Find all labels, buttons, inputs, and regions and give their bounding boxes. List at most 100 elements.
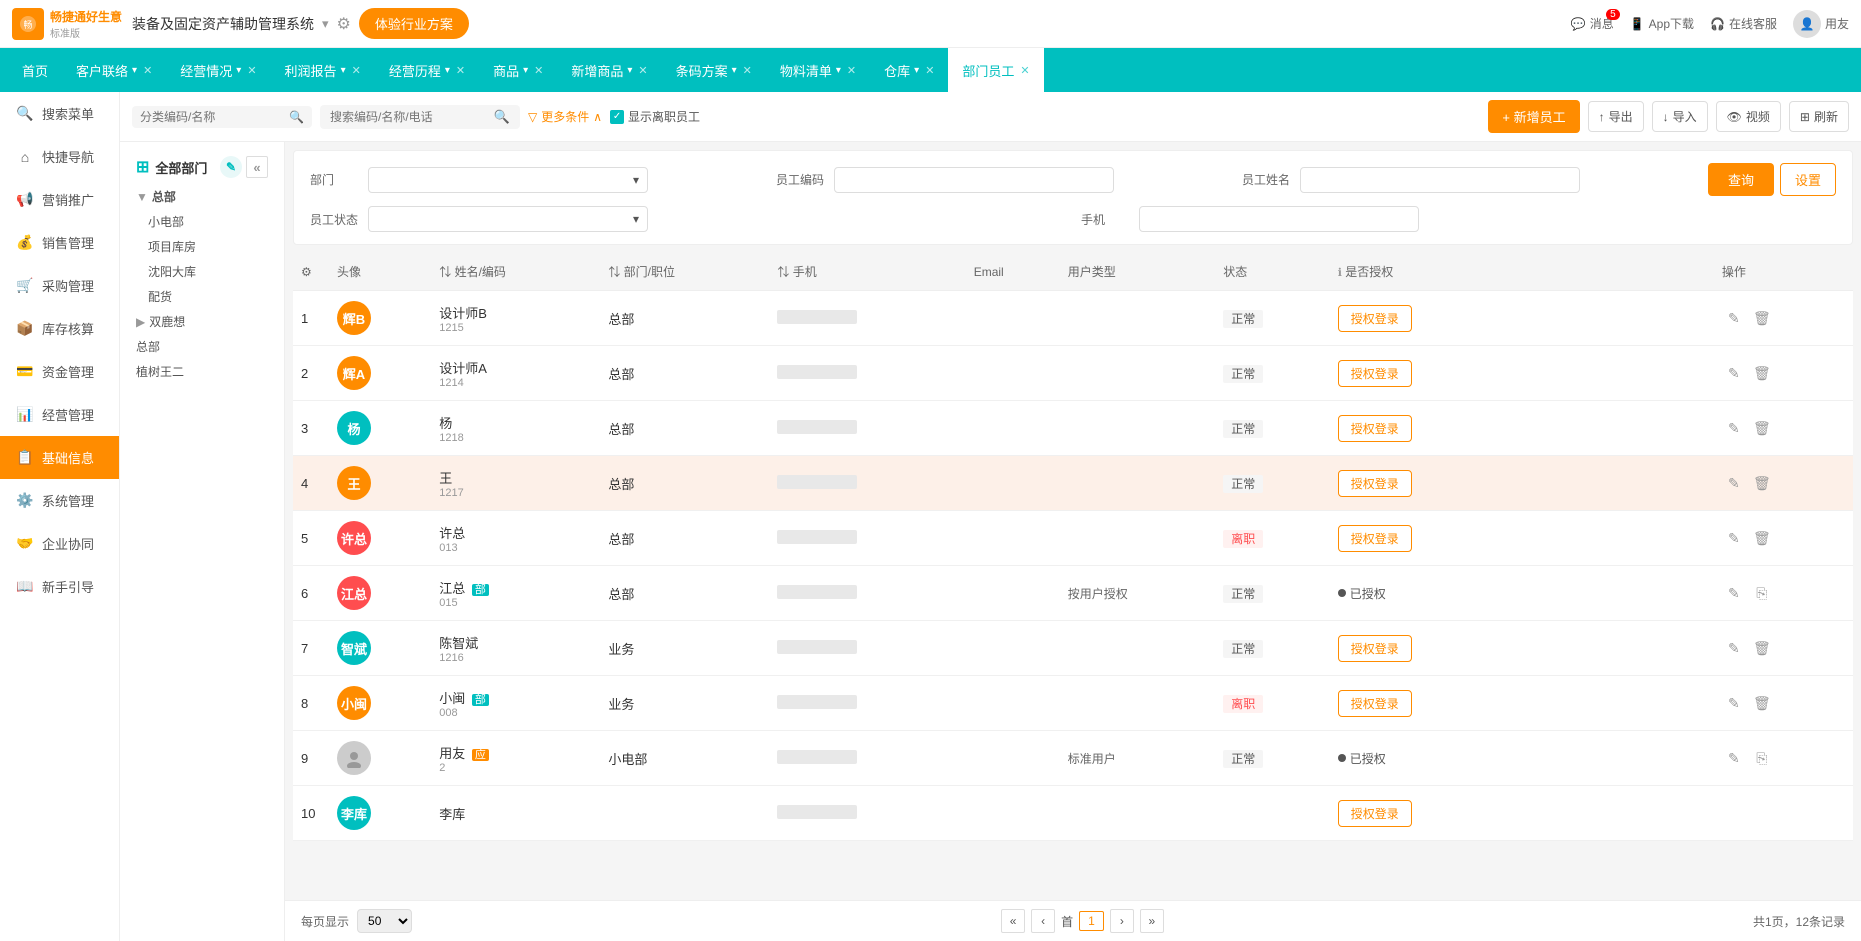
export-button[interactable]: ↑ 导出 [1588, 101, 1644, 132]
sidebar-item-quick-nav[interactable]: ⌂ 快捷导航 [0, 135, 119, 178]
dept-node-zhishu[interactable]: 植树王二 [128, 359, 276, 384]
dept-node-shenyang[interactable]: 沈阳大库 [140, 259, 276, 284]
collapse-btn[interactable]: « [246, 156, 268, 178]
more-filter-btn[interactable]: ▽ 更多条件 ∧ [528, 108, 602, 125]
close-icon[interactable]: ✕ [247, 64, 256, 77]
col-settings[interactable]: ⚙ [293, 253, 329, 291]
last-page-btn[interactable]: » [1140, 909, 1164, 933]
tab-bom[interactable]: 物料清单▾✕ [766, 48, 870, 92]
trial-button[interactable]: 体验行业方案 [359, 8, 469, 39]
prev-page-btn[interactable]: ‹ [1031, 909, 1055, 933]
auth-btn[interactable]: 授权登录 [1338, 690, 1412, 717]
copy-icon[interactable]: ⎘ [1750, 581, 1774, 605]
delete-icon[interactable]: 🗑 [1750, 416, 1774, 440]
dept-node-zongbu[interactable]: 总部 [128, 334, 276, 359]
main-search-input[interactable] [330, 110, 488, 124]
tab-barcode[interactable]: 条码方案▾✕ [662, 48, 766, 92]
employee-code-input[interactable] [834, 167, 1114, 193]
dept-edit-icon[interactable]: ✎ [220, 156, 242, 178]
add-employee-button[interactable]: + 新增员工 [1488, 100, 1579, 133]
delete-icon[interactable]: 🗑 [1750, 691, 1774, 715]
close-icon[interactable]: ✕ [352, 64, 361, 77]
sidebar-item-enterprise[interactable]: 🤝 企业协同 [0, 522, 119, 565]
delete-icon[interactable]: 🗑 [1750, 471, 1774, 495]
sidebar-item-purchase[interactable]: 🛒 采购管理 [0, 264, 119, 307]
settings-icon[interactable]: ⚙ [337, 14, 351, 34]
phone-input[interactable] [1139, 206, 1419, 232]
edit-icon[interactable]: ✎ [1722, 361, 1746, 385]
edit-icon[interactable]: ✎ [1722, 691, 1746, 715]
edit-icon[interactable]: ✎ [1722, 306, 1746, 330]
delete-icon[interactable]: 🗑 [1750, 361, 1774, 385]
app-download-btn[interactable]: 📱 App下载 [1630, 15, 1694, 32]
delete-icon[interactable]: 🗑 [1750, 526, 1774, 550]
view-button[interactable]: 👁 视频 [1716, 101, 1781, 132]
query-button[interactable]: 查询 [1708, 163, 1774, 196]
next-page-btn[interactable]: › [1110, 909, 1134, 933]
tab-customer[interactable]: 客户联络▾✕ [62, 48, 166, 92]
page-size-select[interactable]: 50 100 200 [357, 909, 412, 933]
close-icon[interactable]: ✕ [847, 64, 856, 77]
auth-btn[interactable]: 授权登录 [1338, 305, 1412, 332]
tab-add-goods[interactable]: 新增商品▾✕ [557, 48, 661, 92]
close-icon[interactable]: ✕ [925, 64, 934, 77]
sidebar-item-system[interactable]: ⚙️ 系统管理 [0, 479, 119, 522]
col-name[interactable]: ⇅ 姓名/编码 [431, 253, 600, 291]
user-avatar[interactable]: 👤 用友 [1793, 10, 1849, 38]
edit-icon[interactable]: ✎ [1722, 581, 1746, 605]
close-icon[interactable]: ✕ [638, 64, 647, 77]
employee-status-select[interactable]: ▾ [368, 206, 648, 232]
dept-select[interactable]: ▾ [368, 167, 648, 193]
online-service-btn[interactable]: 🎧 在线客服 [1710, 15, 1777, 32]
close-icon[interactable]: ✕ [743, 64, 752, 77]
import-button[interactable]: ↓ 导入 [1652, 101, 1708, 132]
sidebar-item-management[interactable]: 📊 经营管理 [0, 393, 119, 436]
tab-employees[interactable]: 部门员工✕ [948, 48, 1043, 92]
delete-icon[interactable]: 🗑 [1750, 306, 1774, 330]
sidebar-item-search[interactable]: 🔍 搜索菜单 [0, 92, 119, 135]
copy-icon[interactable]: ⎘ [1750, 746, 1774, 770]
system-arrow-icon[interactable]: ▾ [322, 16, 329, 32]
close-icon[interactable]: ✕ [534, 64, 543, 77]
dept-node-distribution[interactable]: 配货 [140, 284, 276, 309]
dept-node-shuanglu[interactable]: ▶ 双鹿想 [128, 309, 276, 334]
tab-goods[interactable]: 商品▾✕ [479, 48, 557, 92]
auth-btn[interactable]: 授权登录 [1338, 635, 1412, 662]
sidebar-item-sales[interactable]: 💰 销售管理 [0, 221, 119, 264]
edit-icon[interactable]: ✎ [1722, 636, 1746, 660]
sidebar-item-inventory[interactable]: 📦 库存核算 [0, 307, 119, 350]
tab-profit[interactable]: 利润报告▾✕ [271, 48, 375, 92]
edit-icon[interactable]: ✎ [1722, 416, 1746, 440]
auth-btn[interactable]: 授权登录 [1338, 470, 1412, 497]
message-btn[interactable]: 💬 消息 5 [1571, 15, 1614, 32]
employee-name-input[interactable] [1300, 167, 1580, 193]
close-icon[interactable]: ✕ [143, 64, 152, 77]
edit-icon[interactable]: ✎ [1722, 746, 1746, 770]
col-phone[interactable]: ⇅ 手机 [769, 253, 965, 291]
sidebar-item-basic[interactable]: 📋 基础信息 [0, 436, 119, 479]
first-page-btn[interactable]: « [1001, 909, 1025, 933]
tab-warehouse[interactable]: 仓库▾✕ [870, 48, 948, 92]
auth-btn[interactable]: 授权登录 [1338, 800, 1412, 827]
delete-icon[interactable]: 🗑 [1750, 636, 1774, 660]
auth-btn[interactable]: 授权登录 [1338, 525, 1412, 552]
tab-operations[interactable]: 经营情况▾✕ [166, 48, 270, 92]
dept-node-xiaodian[interactable]: 小电部 [140, 209, 276, 234]
sidebar-item-finance[interactable]: 💳 资金管理 [0, 350, 119, 393]
col-dept[interactable]: ⇅ 部门/职位 [600, 253, 769, 291]
dept-node-head[interactable]: ▼ 总部 [128, 184, 276, 209]
dept-search-input[interactable] [140, 110, 285, 124]
edit-icon[interactable]: ✎ [1722, 471, 1746, 495]
auth-btn[interactable]: 授权登录 [1338, 415, 1412, 442]
auth-btn[interactable]: 授权登录 [1338, 360, 1412, 387]
sidebar-item-guide[interactable]: 📖 新手引导 [0, 565, 119, 608]
tab-history[interactable]: 经营历程▾✕ [375, 48, 479, 92]
print-button[interactable]: ⊞ 刷新 [1789, 101, 1849, 132]
close-icon[interactable]: ✕ [1020, 64, 1029, 77]
close-icon[interactable]: ✕ [456, 64, 465, 77]
show-resigned-checkbox[interactable]: ✓ 显示离职员工 [610, 108, 700, 125]
tab-home[interactable]: 首页 [8, 48, 62, 92]
dept-node-project[interactable]: 项目库房 [140, 234, 276, 259]
sidebar-item-marketing[interactable]: 📢 营销推广 [0, 178, 119, 221]
edit-icon[interactable]: ✎ [1722, 526, 1746, 550]
